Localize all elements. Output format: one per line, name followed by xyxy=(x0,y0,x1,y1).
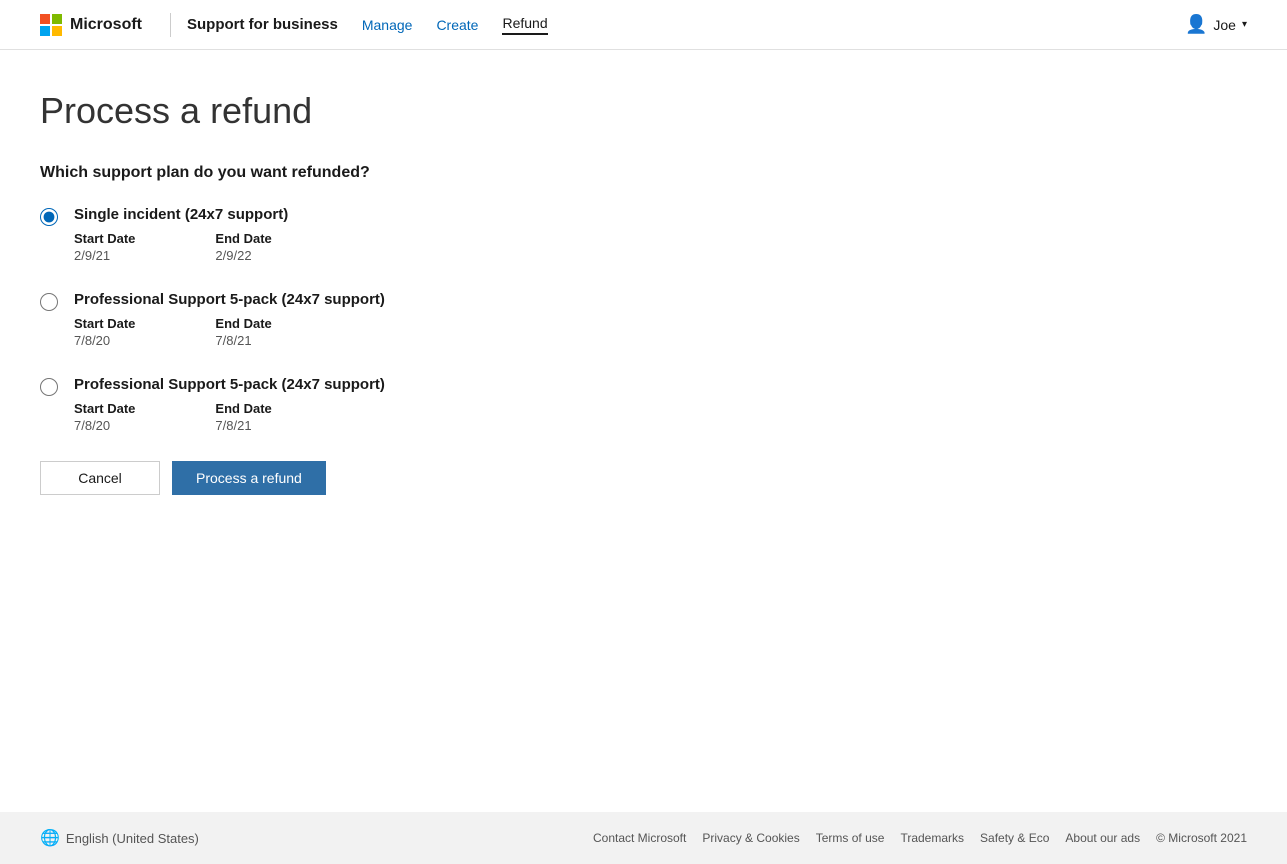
section-title: Which support plan do you want refunded? xyxy=(40,164,1247,182)
start-date-value-2: 7/8/20 xyxy=(74,333,135,348)
radio-container-2[interactable] xyxy=(40,293,58,316)
plan-radio-3[interactable] xyxy=(40,378,58,396)
plan-dates-2: Start Date 7/8/20 End Date 7/8/21 xyxy=(74,316,385,348)
start-date-label-2: Start Date xyxy=(74,316,135,331)
start-date-group-1: Start Date 2/9/21 xyxy=(74,231,135,263)
ms-logo-grid xyxy=(40,14,62,36)
end-date-label-3: End Date xyxy=(215,401,271,416)
logo-sq-red xyxy=(40,14,50,24)
button-row: Cancel Process a refund xyxy=(40,461,1247,495)
page-title: Process a refund xyxy=(40,90,1247,132)
cancel-button[interactable]: Cancel xyxy=(40,461,160,495)
header-brand: Support for business xyxy=(187,16,338,33)
ms-logo: Microsoft xyxy=(40,14,142,36)
header-nav: Manage Create Refund xyxy=(362,15,1185,35)
footer-link-trademarks[interactable]: Trademarks xyxy=(900,831,964,845)
nav-manage[interactable]: Manage xyxy=(362,17,413,33)
plan-name-1[interactable]: Single incident (24x7 support) xyxy=(74,206,288,223)
plan-name-3[interactable]: Professional Support 5-pack (24x7 suppor… xyxy=(74,376,385,393)
footer-link-privacy[interactable]: Privacy & Cookies xyxy=(702,831,799,845)
plan-option-3: Professional Support 5-pack (24x7 suppor… xyxy=(40,376,1247,433)
footer-link-terms[interactable]: Terms of use xyxy=(816,831,885,845)
site-header: Microsoft Support for business Manage Cr… xyxy=(0,0,1287,50)
end-date-group-3: End Date 7/8/21 xyxy=(215,401,271,433)
plan-option-2: Professional Support 5-pack (24x7 suppor… xyxy=(40,291,1247,348)
nav-refund[interactable]: Refund xyxy=(502,15,547,35)
footer-links: Contact Microsoft Privacy & Cookies Term… xyxy=(593,831,1247,845)
start-date-label-1: Start Date xyxy=(74,231,135,246)
chevron-down-icon: ▾ xyxy=(1242,19,1247,30)
user-name: Joe xyxy=(1213,17,1236,33)
start-date-group-3: Start Date 7/8/20 xyxy=(74,401,135,433)
nav-create[interactable]: Create xyxy=(436,17,478,33)
plan-option-1: Single incident (24x7 support) Start Dat… xyxy=(40,206,1247,263)
footer-link-safety[interactable]: Safety & Eco xyxy=(980,831,1049,845)
header-divider xyxy=(170,13,171,37)
footer-link-contact[interactable]: Contact Microsoft xyxy=(593,831,686,845)
site-footer: 🌐 English (United States) Contact Micros… xyxy=(0,812,1287,864)
globe-icon: 🌐 xyxy=(40,828,60,848)
plan-details-2: Professional Support 5-pack (24x7 suppor… xyxy=(74,291,385,348)
plan-dates-1: Start Date 2/9/21 End Date 2/9/22 xyxy=(74,231,288,263)
plan-dates-3: Start Date 7/8/20 End Date 7/8/21 xyxy=(74,401,385,433)
end-date-value-1: 2/9/22 xyxy=(215,248,271,263)
end-date-group-1: End Date 2/9/22 xyxy=(215,231,271,263)
footer-lang: 🌐 English (United States) xyxy=(40,828,199,848)
end-date-value-3: 7/8/21 xyxy=(215,418,271,433)
plan-radio-2[interactable] xyxy=(40,293,58,311)
process-refund-button[interactable]: Process a refund xyxy=(172,461,326,495)
plan-details-1: Single incident (24x7 support) Start Dat… xyxy=(74,206,288,263)
user-icon: 👤 xyxy=(1185,14,1207,35)
plan-name-2[interactable]: Professional Support 5-pack (24x7 suppor… xyxy=(74,291,385,308)
radio-container-1[interactable] xyxy=(40,208,58,231)
footer-link-ads[interactable]: About our ads xyxy=(1065,831,1140,845)
start-date-value-1: 2/9/21 xyxy=(74,248,135,263)
user-menu[interactable]: 👤 Joe ▾ xyxy=(1185,14,1247,35)
ms-logo-text: Microsoft xyxy=(70,16,142,34)
plan-details-3: Professional Support 5-pack (24x7 suppor… xyxy=(74,376,385,433)
logo-sq-green xyxy=(52,14,62,24)
start-date-value-3: 7/8/20 xyxy=(74,418,135,433)
footer-lang-text: English (United States) xyxy=(66,831,199,846)
logo-sq-blue xyxy=(40,26,50,36)
end-date-value-2: 7/8/21 xyxy=(215,333,271,348)
end-date-group-2: End Date 7/8/21 xyxy=(215,316,271,348)
plan-radio-1[interactable] xyxy=(40,208,58,226)
main-content: Process a refund Which support plan do y… xyxy=(0,50,1287,812)
footer-copyright: © Microsoft 2021 xyxy=(1156,831,1247,845)
end-date-label-2: End Date xyxy=(215,316,271,331)
start-date-group-2: Start Date 7/8/20 xyxy=(74,316,135,348)
radio-container-3[interactable] xyxy=(40,378,58,401)
end-date-label-1: End Date xyxy=(215,231,271,246)
start-date-label-3: Start Date xyxy=(74,401,135,416)
logo-sq-yellow xyxy=(52,26,62,36)
